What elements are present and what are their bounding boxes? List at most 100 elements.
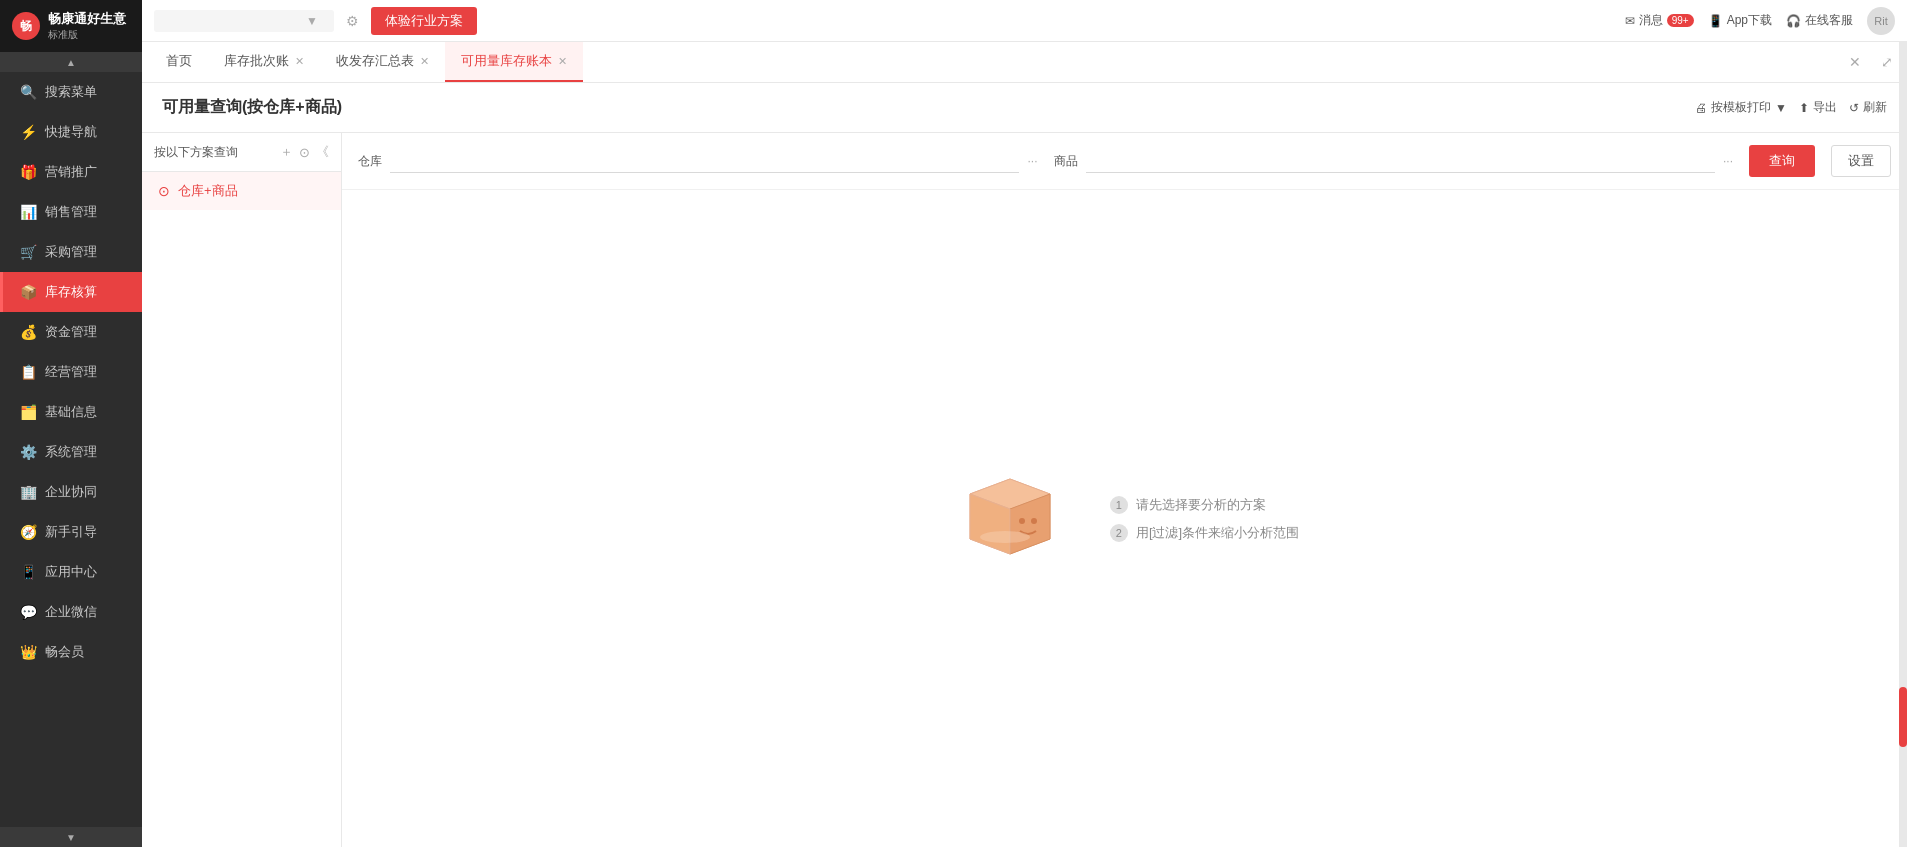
- online-service-btn[interactable]: 🎧 在线客服: [1786, 12, 1853, 29]
- sidebar-item-inventory[interactable]: 📦 库存核算: [0, 272, 142, 312]
- sidebar-item-operation[interactable]: 📋 经营管理: [0, 352, 142, 392]
- right-scrollbar-track[interactable]: [1899, 42, 1907, 847]
- sidebar-item-system-label: 系统管理: [45, 443, 97, 461]
- tip-number-1: 1: [1110, 496, 1128, 514]
- tab-available-ledger-label: 可用量库存账本: [461, 52, 552, 70]
- message-btn[interactable]: ✉ 消息 99+: [1625, 12, 1694, 29]
- sidebar-item-search[interactable]: 🔍 搜索菜单: [0, 72, 142, 112]
- goods-input[interactable]: [1086, 150, 1715, 173]
- empty-box-svg: [950, 459, 1070, 579]
- right-scrollbar-thumb[interactable]: [1899, 687, 1907, 747]
- sidebar-item-operation-label: 经营管理: [45, 363, 97, 381]
- main-area: ▼ ⚙ 体验行业方案 ✉ 消息 99+ 📱 App下载 🎧 在线客服 Rit: [142, 0, 1907, 847]
- inventory-icon: 📦: [19, 283, 37, 301]
- filter-panel-header-label: 按以下方案查询: [154, 144, 238, 161]
- warehouse-input[interactable]: [390, 150, 1019, 173]
- sidebar-item-app-center[interactable]: 📱 应用中心: [0, 552, 142, 592]
- search-input[interactable]: [162, 14, 302, 28]
- tab-close-btn[interactable]: ✕: [1843, 50, 1867, 74]
- warehouse-label: 仓库: [358, 153, 382, 170]
- sidebar-item-marketing-label: 营销推广: [45, 163, 97, 181]
- page-title: 可用量查询(按仓库+商品): [162, 97, 342, 118]
- app-center-icon: 📱: [19, 563, 37, 581]
- filter-panel: 按以下方案查询 ＋ ⊙ 《 ⊙ 仓库+商品: [142, 133, 342, 847]
- sidebar-item-quicknav[interactable]: ⚡ 快捷导航: [0, 112, 142, 152]
- online-service-label: 在线客服: [1805, 12, 1853, 29]
- sidebar-item-basic-info-label: 基础信息: [45, 403, 97, 421]
- sidebar-scroll-down[interactable]: ▼: [0, 827, 142, 847]
- phone-icon: 📱: [1708, 14, 1723, 28]
- sidebar-item-finance-label: 资金管理: [45, 323, 97, 341]
- svg-point-4: [1019, 518, 1025, 524]
- filter-row: 仓库 ··· 商品 ··· 查询 设置: [342, 133, 1907, 190]
- app-download-btn[interactable]: 📱 App下载: [1708, 12, 1772, 29]
- filter-settings-btn[interactable]: ⊙: [299, 143, 310, 161]
- empty-tips: 1 请先选择要分析的方案 2 用[过滤]条件来缩小分析范围: [1110, 496, 1299, 542]
- app-download-label: App下载: [1727, 12, 1772, 29]
- topbar-search-area[interactable]: ▼: [154, 10, 334, 32]
- query-button[interactable]: 查询: [1749, 145, 1815, 177]
- search-dropdown-btn[interactable]: ▼: [306, 14, 318, 28]
- user-name: Rit: [1874, 15, 1887, 27]
- refresh-btn[interactable]: ↺ 刷新: [1849, 99, 1887, 116]
- page-header-actions: 🖨 按模板打印 ▼ ⬆ 导出 ↺ 刷新: [1695, 99, 1887, 116]
- tab-home[interactable]: 首页: [150, 42, 208, 82]
- filter-item-warehouse-goods[interactable]: ⊙ 仓库+商品: [142, 172, 341, 210]
- goods-more-btn[interactable]: ···: [1723, 154, 1733, 168]
- sidebar-item-system[interactable]: ⚙️ 系统管理: [0, 432, 142, 472]
- print-template-btn[interactable]: 🖨 按模板打印 ▼: [1695, 99, 1787, 116]
- basic-info-icon: 🗂️: [19, 403, 37, 421]
- sidebar-item-sales-label: 销售管理: [45, 203, 97, 221]
- sidebar-item-inventory-label: 库存核算: [45, 283, 97, 301]
- sidebar-item-enterprise-wechat[interactable]: 💬 企业微信: [0, 592, 142, 632]
- data-area: 仓库 ··· 商品 ··· 查询 设置: [342, 133, 1907, 847]
- sidebar-scroll-up[interactable]: ▲: [0, 52, 142, 72]
- gear-btn[interactable]: ⚙: [342, 9, 363, 33]
- message-label: 消息: [1639, 12, 1663, 29]
- sidebar-item-newbie[interactable]: 🧭 新手引导: [0, 512, 142, 552]
- enterprise-collab-icon: 🏢: [19, 483, 37, 501]
- headset-icon: 🎧: [1786, 14, 1801, 28]
- marketing-icon: 🎁: [19, 163, 37, 181]
- sidebar-brand-name: 畅康通好生意: [48, 10, 126, 28]
- sidebar-item-sales[interactable]: 📊 销售管理: [0, 192, 142, 232]
- sidebar-item-basic-info[interactable]: 🗂️ 基础信息: [0, 392, 142, 432]
- warehouse-filter-field: 仓库 ···: [358, 150, 1038, 173]
- sidebar-header: 畅 畅康通好生意 标准版: [0, 0, 142, 52]
- setting-button[interactable]: 设置: [1831, 145, 1891, 177]
- user-avatar-area[interactable]: Rit: [1867, 7, 1895, 35]
- print-icon: 🖨: [1695, 101, 1707, 115]
- tab-batch-ledger-close[interactable]: ✕: [295, 55, 304, 68]
- tab-receive-summary[interactable]: 收发存汇总表 ✕: [320, 42, 445, 82]
- sidebar: 畅 畅康通好生意 标准版 ▲ 🔍 搜索菜单 ⚡ 快捷导航 🎁 营销推广 📊 销售…: [0, 0, 142, 847]
- refresh-label: 刷新: [1863, 99, 1887, 116]
- tab-home-label: 首页: [166, 52, 192, 70]
- empty-tip-1-text: 请先选择要分析的方案: [1136, 496, 1266, 514]
- trial-btn[interactable]: 体验行业方案: [371, 7, 477, 35]
- tab-available-ledger[interactable]: 可用量库存账本 ✕: [445, 42, 583, 82]
- empty-tip-2-text: 用[过滤]条件来缩小分析范围: [1136, 524, 1299, 542]
- topbar-right: ✉ 消息 99+ 📱 App下载 🎧 在线客服 Rit: [1625, 7, 1895, 35]
- filter-collapse-btn[interactable]: 《: [316, 143, 329, 161]
- svg-point-5: [1031, 518, 1037, 524]
- tab-receive-summary-close[interactable]: ✕: [420, 55, 429, 68]
- sidebar-item-quicknav-label: 快捷导航: [45, 123, 97, 141]
- sidebar-item-purchase[interactable]: 🛒 采购管理: [0, 232, 142, 272]
- export-btn[interactable]: ⬆ 导出: [1799, 99, 1837, 116]
- print-dropdown-icon: ▼: [1775, 101, 1787, 115]
- tab-expand-btn[interactable]: ⤢: [1875, 50, 1899, 74]
- empty-state: 1 请先选择要分析的方案 2 用[过滤]条件来缩小分析范围: [342, 190, 1907, 847]
- warehouse-more-btn[interactable]: ···: [1027, 154, 1037, 168]
- sidebar-item-finance[interactable]: 💰 资金管理: [0, 312, 142, 352]
- print-template-label: 按模板打印: [1711, 99, 1771, 116]
- sidebar-item-newbie-label: 新手引导: [45, 523, 97, 541]
- svg-point-6: [980, 531, 1030, 543]
- tab-batch-ledger[interactable]: 库存批次账 ✕: [208, 42, 320, 82]
- sidebar-item-enterprise-collab[interactable]: 🏢 企业协同: [0, 472, 142, 512]
- sidebar-item-membership[interactable]: 👑 畅会员: [0, 632, 142, 672]
- filter-add-btn[interactable]: ＋: [280, 143, 293, 161]
- tab-available-ledger-close[interactable]: ✕: [558, 55, 567, 68]
- tab-batch-ledger-label: 库存批次账: [224, 52, 289, 70]
- sidebar-item-marketing[interactable]: 🎁 营销推广: [0, 152, 142, 192]
- page-content: 可用量查询(按仓库+商品) 🖨 按模板打印 ▼ ⬆ 导出 ↺ 刷新: [142, 83, 1907, 847]
